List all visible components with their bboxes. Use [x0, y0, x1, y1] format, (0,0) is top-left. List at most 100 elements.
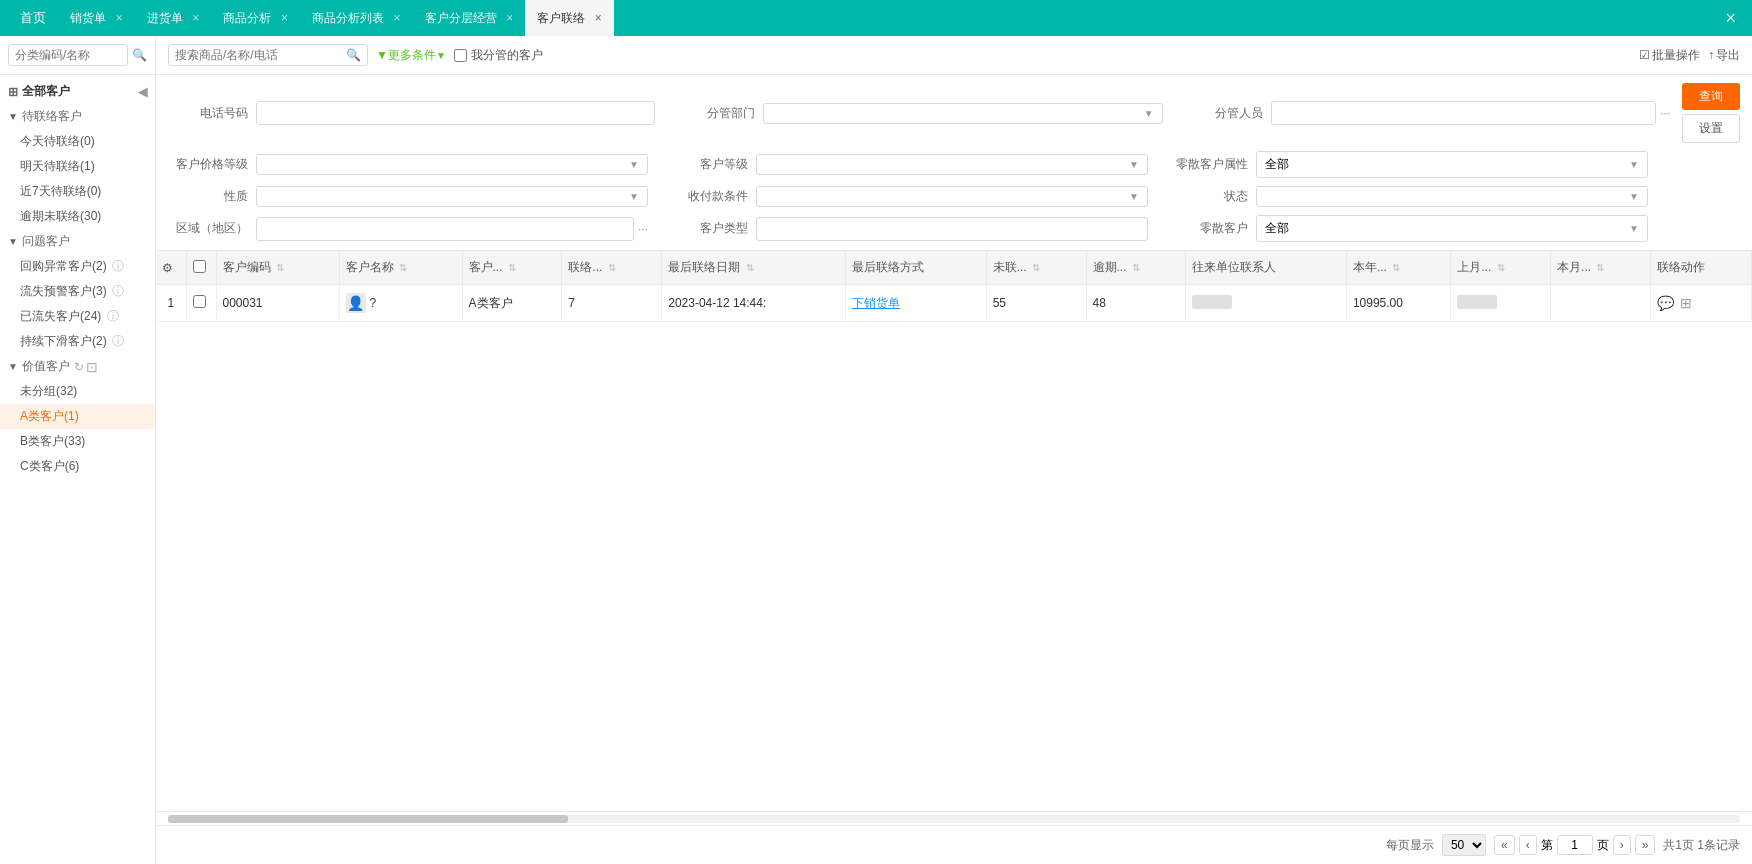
- nav-customer-segment[interactable]: 客户分层经营 ×: [413, 0, 526, 36]
- sidebar-item-declining[interactable]: 持续下滑客户(2) ⓘ: [0, 329, 155, 354]
- nature-label: 性质: [168, 188, 248, 205]
- unit-contact-placeholder: [1192, 295, 1232, 309]
- row-last-method-cell[interactable]: 下销货单: [846, 285, 987, 322]
- close-product-analysis-tab[interactable]: ×: [281, 11, 288, 25]
- filter-search-icon[interactable]: 🔍: [346, 48, 361, 62]
- sidebar-item-churned[interactable]: 已流失客户(24) ⓘ: [0, 304, 155, 329]
- phone-input[interactable]: [256, 101, 655, 125]
- manager-field: 分管人员 ···: [1183, 101, 1670, 125]
- horizontal-scrollbar[interactable]: [156, 811, 1752, 825]
- sort-type-icon[interactable]: ⇅: [508, 262, 516, 273]
- action-more-icon[interactable]: ⊞: [1680, 295, 1692, 311]
- payment-arrow-icon: ▼: [1129, 191, 1139, 202]
- customer-type-input[interactable]: [756, 217, 1148, 241]
- add-value-group-icon[interactable]: ⊡: [86, 359, 98, 375]
- price-grade-select[interactable]: ▼: [256, 154, 648, 175]
- sort-overdue-icon[interactable]: ⇅: [1132, 262, 1140, 273]
- nature-field: 性质 ▼: [168, 186, 648, 207]
- sidebar-item-c-class[interactable]: C类客户(6): [0, 454, 155, 479]
- region-input[interactable]: [256, 217, 634, 241]
- refresh-icon[interactable]: ↻: [74, 360, 84, 374]
- sidebar-search-input[interactable]: [8, 44, 128, 66]
- retail-customer-field: 零散客户 全部 ▼: [1168, 215, 1648, 242]
- scroll-thumb[interactable]: [168, 815, 568, 823]
- row-last-date-cell: 2023-04-12 14:44:: [662, 285, 846, 322]
- row-action-icons: 💬 ⊞: [1657, 295, 1745, 311]
- dept-arrow-icon: ▼: [1144, 108, 1154, 119]
- next-page-btn[interactable]: ›: [1613, 835, 1631, 855]
- select-all-checkbox[interactable]: [193, 260, 206, 273]
- sidebar-collapse-btn[interactable]: ◀: [138, 85, 147, 99]
- customer-grade-field: 客户等级 ▼: [668, 154, 1148, 175]
- page-input[interactable]: [1557, 835, 1593, 855]
- action-chat-icon[interactable]: 💬: [1657, 295, 1674, 311]
- nav-sales[interactable]: 销货单 ×: [58, 0, 135, 36]
- my-customer-checkbox[interactable]: 我分管的客户: [454, 47, 543, 64]
- sidebar-item-tomorrow-contact[interactable]: 明天待联络(1): [0, 154, 155, 179]
- nav-customer-contact[interactable]: 客户联络 ×: [525, 0, 614, 36]
- nav-purchase[interactable]: 进货单 ×: [135, 0, 212, 36]
- batch-operation-btn[interactable]: ☑ 批量操作: [1639, 47, 1700, 64]
- sidebar-item-overdue-contact[interactable]: 逾期未联络(30): [0, 204, 155, 229]
- row-checkbox[interactable]: [193, 295, 206, 308]
- sidebar-item-a-class[interactable]: A类客户(1): [0, 404, 155, 429]
- customer-name-group: 👤 ?: [346, 293, 456, 313]
- sort-name-icon[interactable]: ⇅: [399, 262, 407, 273]
- group-arrow-value: ▼: [8, 361, 18, 372]
- sidebar-item-repurchase-abnormal[interactable]: 回购异常客户(2) ⓘ: [0, 254, 155, 279]
- nav-home[interactable]: 首页: [8, 0, 58, 36]
- table-checkbox-th[interactable]: [186, 251, 216, 285]
- filter-search-input[interactable]: [175, 48, 346, 62]
- row-action-cell[interactable]: 💬 ⊞: [1650, 285, 1751, 322]
- sort-code-icon[interactable]: ⇅: [276, 262, 284, 273]
- sidebar-item-b-class[interactable]: B类客户(33): [0, 429, 155, 454]
- sidebar-item-7days-contact[interactable]: 近7天待联络(0): [0, 179, 155, 204]
- sidebar-item-churn-warning[interactable]: 流失预警客户(3) ⓘ: [0, 279, 155, 304]
- sort-contact-icon[interactable]: ⇅: [608, 262, 616, 273]
- nav-product-analysis-list[interactable]: 商品分析列表 ×: [300, 0, 413, 36]
- manager-dots-icon[interactable]: ···: [1660, 106, 1670, 120]
- sidebar-item-no-group[interactable]: 未分组(32): [0, 379, 155, 404]
- customer-grade-select[interactable]: ▼: [756, 154, 1148, 175]
- close-sales-tab[interactable]: ×: [116, 11, 123, 25]
- query-button[interactable]: 查询: [1682, 83, 1740, 110]
- nature-select[interactable]: ▼: [256, 186, 648, 207]
- dept-select[interactable]: ▼: [763, 103, 1162, 124]
- close-purchase-tab[interactable]: ×: [192, 11, 199, 25]
- sort-this-month-icon[interactable]: ⇅: [1596, 262, 1604, 273]
- page-size-select[interactable]: 50: [1442, 834, 1486, 856]
- setting-button[interactable]: 设置: [1682, 114, 1740, 143]
- window-close-button[interactable]: ×: [1717, 8, 1744, 29]
- my-customer-check[interactable]: [454, 49, 467, 62]
- nav-product-analysis[interactable]: 商品分析 ×: [211, 0, 300, 36]
- table-settings-th[interactable]: ⚙: [156, 251, 186, 285]
- close-customer-contact-tab[interactable]: ×: [595, 11, 602, 25]
- sort-last-month-icon[interactable]: ⇅: [1497, 262, 1505, 273]
- sort-year-icon[interactable]: ⇅: [1392, 262, 1400, 273]
- sidebar-item-today-contact[interactable]: 今天待联络(0): [0, 129, 155, 154]
- scroll-track: [168, 815, 1740, 823]
- last-method-link[interactable]: 下销货单: [852, 296, 900, 310]
- sort-no-contact-icon[interactable]: ⇅: [1032, 262, 1040, 273]
- manager-input[interactable]: [1271, 101, 1656, 125]
- group-pending-contact[interactable]: ▼ 待联络客户: [0, 104, 155, 129]
- th-last-contact-method: 最后联络方式: [846, 251, 987, 285]
- close-product-list-tab[interactable]: ×: [394, 11, 401, 25]
- status-select[interactable]: ▼: [1256, 186, 1648, 207]
- sort-date-icon[interactable]: ⇅: [746, 262, 754, 273]
- first-page-btn[interactable]: «: [1494, 835, 1515, 855]
- retail-customer-select[interactable]: 全部 ▼: [1256, 215, 1648, 242]
- more-conditions-btn[interactable]: ▼ 更多条件 ▼: [376, 47, 446, 64]
- prev-page-btn[interactable]: ‹: [1519, 835, 1537, 855]
- close-customer-segment-tab[interactable]: ×: [506, 11, 513, 25]
- manager-label: 分管人员: [1183, 105, 1263, 122]
- export-btn[interactable]: ↑ 导出: [1708, 47, 1740, 64]
- group-value-customer[interactable]: ▼ 价值客户 ↻ ⊡: [0, 354, 155, 379]
- row-checkbox-cell[interactable]: [186, 285, 216, 322]
- retail-attr-select[interactable]: 全部 ▼: [1256, 151, 1648, 178]
- region-dots-icon[interactable]: ···: [638, 222, 648, 236]
- last-page-btn[interactable]: »: [1635, 835, 1656, 855]
- sidebar-search-icon[interactable]: 🔍: [132, 48, 147, 62]
- payment-select[interactable]: ▼: [756, 186, 1148, 207]
- group-problem-customer[interactable]: ▼ 问题客户: [0, 229, 155, 254]
